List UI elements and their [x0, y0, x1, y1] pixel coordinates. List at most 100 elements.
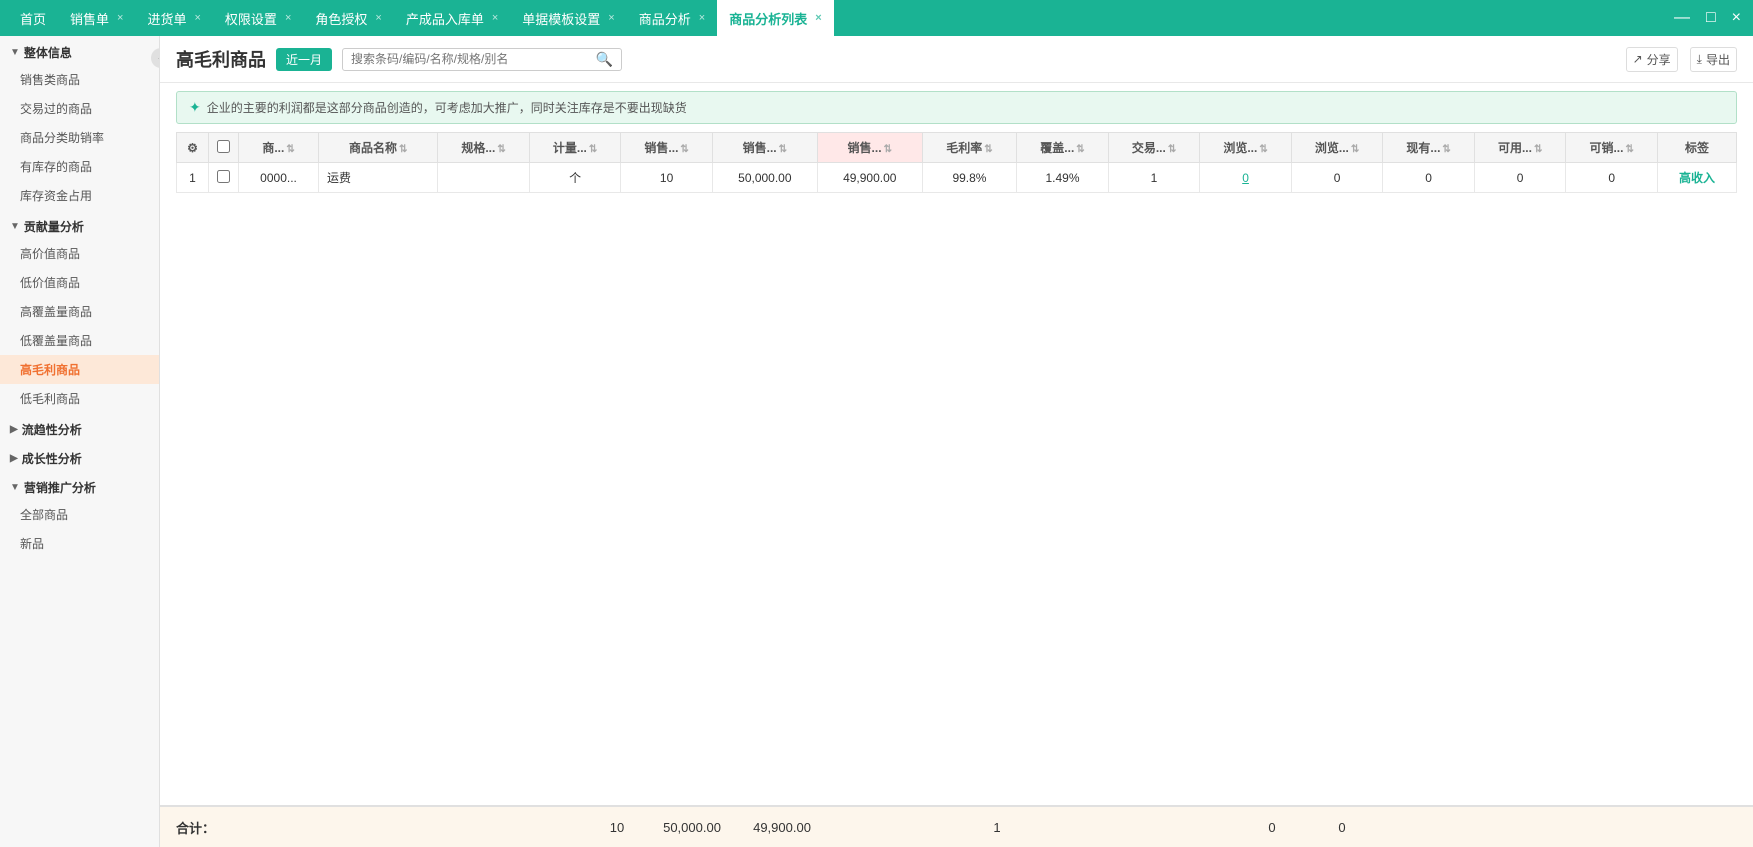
table-wrap: ⚙ 商...⇅ 商品名称⇅ 规格...⇅ 计量...⇅ 销售...⇅ 销售...…	[160, 132, 1753, 805]
sidebar-group-overview[interactable]: ▼ 整体信息	[0, 36, 159, 65]
arrow-right-icon: ▶	[10, 424, 18, 435]
export-btn[interactable]: ⤓ 导出	[1690, 47, 1737, 72]
nav-product-analysis-close[interactable]: ×	[699, 12, 705, 24]
footer-sales-profit: 49,900.00	[737, 820, 827, 835]
col-header-browse1[interactable]: 浏览...⇅	[1200, 133, 1292, 163]
info-banner: ✦ 企业的主要的利润都是这部分商品创造的，可考虑加大推广，同时关注库存是不要出现…	[176, 91, 1737, 124]
footer-bar: 合计： 10 50,000.00 49,900.00 1 0 0	[160, 805, 1753, 847]
footer-cells: 10 50,000.00 49,900.00 1 0 0	[227, 820, 1737, 835]
footer-sales-qty: 10	[587, 820, 647, 835]
sidebar-item-capital[interactable]: 库存资金占用	[0, 181, 159, 210]
share-btn[interactable]: ↗ 分享	[1626, 47, 1678, 72]
sidebar-group-contribution[interactable]: ▼ 贡献量分析	[0, 210, 159, 239]
page-title: 高毛利商品	[176, 46, 266, 72]
sidebar-item-high-margin[interactable]: 高毛利商品	[0, 355, 159, 384]
nav-product-analysis-list[interactable]: 商品分析列表 ×	[717, 0, 833, 36]
search-wrap: 🔍	[342, 48, 622, 71]
row-browse1[interactable]: 0	[1200, 163, 1292, 193]
row-current-stock: 0	[1383, 163, 1475, 193]
nav-purchase-order[interactable]: 进货单 ×	[135, 0, 212, 36]
nav-finished-goods-close[interactable]: ×	[492, 12, 498, 24]
row-sellable: 0	[1566, 163, 1658, 193]
row-sales-profit: 49,900.00	[817, 163, 922, 193]
search-input[interactable]	[351, 52, 592, 66]
arrow-down-icon-2: ▼	[10, 221, 20, 232]
col-header-gross-margin[interactable]: 毛利率⇅	[922, 133, 1017, 163]
sidebar-item-high-coverage[interactable]: 高覆盖量商品	[0, 297, 159, 326]
sidebar-item-category-rate[interactable]: 商品分类助销率	[0, 123, 159, 152]
nav-permissions-close[interactable]: ×	[285, 12, 291, 24]
arrow-down-icon: ▼	[10, 47, 20, 58]
row-code[interactable]: 0000...	[239, 163, 319, 193]
sidebar-item-in-stock[interactable]: 有库存的商品	[0, 152, 159, 181]
col-header-sales-profit[interactable]: 销售...⇅	[817, 133, 922, 163]
share-icon: ↗	[1633, 52, 1643, 66]
col-header-sales-amount[interactable]: 销售...⇅	[712, 133, 817, 163]
nav-permissions[interactable]: 权限设置 ×	[213, 0, 303, 36]
select-all-checkbox[interactable]	[217, 140, 230, 153]
row-name: 运费	[319, 163, 438, 193]
info-icon: ✦	[189, 99, 201, 116]
nav-purchase-order-close[interactable]: ×	[194, 12, 200, 24]
nav-home[interactable]: 首页	[8, 0, 58, 36]
col-header-available[interactable]: 可用...⇅	[1474, 133, 1566, 163]
sidebar-item-low-value[interactable]: 低价值商品	[0, 268, 159, 297]
close-btn[interactable]: ×	[1728, 9, 1745, 27]
col-header-sales-qty[interactable]: 销售...⇅	[621, 133, 713, 163]
sidebar-item-traded-goods[interactable]: 交易过的商品	[0, 94, 159, 123]
col-header-code[interactable]: 商...⇅	[239, 133, 319, 163]
sidebar-item-new-goods[interactable]: 新品	[0, 529, 159, 558]
sidebar-group-growth[interactable]: ▶ 成长性分析	[0, 442, 159, 471]
col-header-current-stock[interactable]: 现有...⇅	[1383, 133, 1475, 163]
row-sales-qty: 10	[621, 163, 713, 193]
nav-template-settings[interactable]: 单据模板设置 ×	[510, 0, 626, 36]
col-header-settings[interactable]: ⚙	[177, 133, 209, 163]
nav-template-settings-close[interactable]: ×	[608, 12, 614, 24]
maximize-btn[interactable]: □	[1702, 9, 1720, 27]
sidebar-item-high-value[interactable]: 高价值商品	[0, 239, 159, 268]
col-header-browse2[interactable]: 浏览...⇅	[1291, 133, 1383, 163]
col-header-spec[interactable]: 规格...⇅	[438, 133, 530, 163]
arrow-right-icon-2: ▶	[10, 453, 18, 464]
footer-transaction: 1	[967, 820, 1027, 835]
nav-product-analysis[interactable]: 商品分析 ×	[627, 0, 717, 36]
sidebar-item-sales-goods[interactable]: 销售类商品	[0, 65, 159, 94]
row-unit: 个	[529, 163, 621, 193]
nav-sales-order-close[interactable]: ×	[117, 12, 123, 24]
col-header-checkbox[interactable]	[209, 133, 239, 163]
nav-finished-goods[interactable]: 产成品入库单 ×	[394, 0, 510, 36]
row-browse2: 0	[1291, 163, 1383, 193]
content-header: 高毛利商品 近一月 🔍 ↗ 分享 ⤓ 导出	[160, 36, 1753, 83]
minimize-btn[interactable]: —	[1670, 9, 1694, 27]
nav-role-auth-close[interactable]: ×	[375, 12, 381, 24]
content-area: 高毛利商品 近一月 🔍 ↗ 分享 ⤓ 导出 ✦ 企业的主要的利润都是这部分商品创…	[160, 36, 1753, 847]
row-spec	[438, 163, 530, 193]
footer-sales-amount: 50,000.00	[647, 820, 737, 835]
col-header-coverage[interactable]: 覆盖...⇅	[1017, 133, 1109, 163]
row-sales-amount: 50,000.00	[712, 163, 817, 193]
row-coverage: 1.49%	[1017, 163, 1109, 193]
col-header-transaction[interactable]: 交易...⇅	[1108, 133, 1200, 163]
footer-available: 0	[1237, 820, 1307, 835]
row-index: 1	[177, 163, 209, 193]
row-tag: 高收入	[1657, 163, 1736, 193]
col-header-sellable[interactable]: 可销...⇅	[1566, 133, 1658, 163]
col-header-unit[interactable]: 计量...⇅	[529, 133, 621, 163]
nav-role-auth[interactable]: 角色授权 ×	[303, 0, 393, 36]
col-header-tag[interactable]: 标签	[1657, 133, 1736, 163]
row-checkbox[interactable]	[209, 163, 239, 193]
sidebar-item-low-margin[interactable]: 低毛利商品	[0, 384, 159, 413]
sidebar-group-marketing[interactable]: ▼ 营销推广分析	[0, 471, 159, 500]
header-actions: ↗ 分享 ⤓ 导出	[1626, 47, 1737, 72]
search-icon[interactable]: 🔍	[596, 51, 613, 68]
nav-sales-order[interactable]: 销售单 ×	[58, 0, 135, 36]
filter-recent-month-btn[interactable]: 近一月	[276, 48, 332, 71]
col-header-name[interactable]: 商品名称⇅	[319, 133, 438, 163]
row-available: 0	[1474, 163, 1566, 193]
sidebar-group-trend[interactable]: ▶ 流趋性分析	[0, 413, 159, 442]
sidebar-item-all-goods[interactable]: 全部商品	[0, 500, 159, 529]
sidebar: « ▼ 整体信息 销售类商品 交易过的商品 商品分类助销率 有库存的商品 库存资…	[0, 36, 160, 847]
sidebar-item-low-coverage[interactable]: 低覆盖量商品	[0, 326, 159, 355]
arrow-down-icon-3: ▼	[10, 482, 20, 493]
nav-product-analysis-list-close[interactable]: ×	[815, 12, 821, 24]
